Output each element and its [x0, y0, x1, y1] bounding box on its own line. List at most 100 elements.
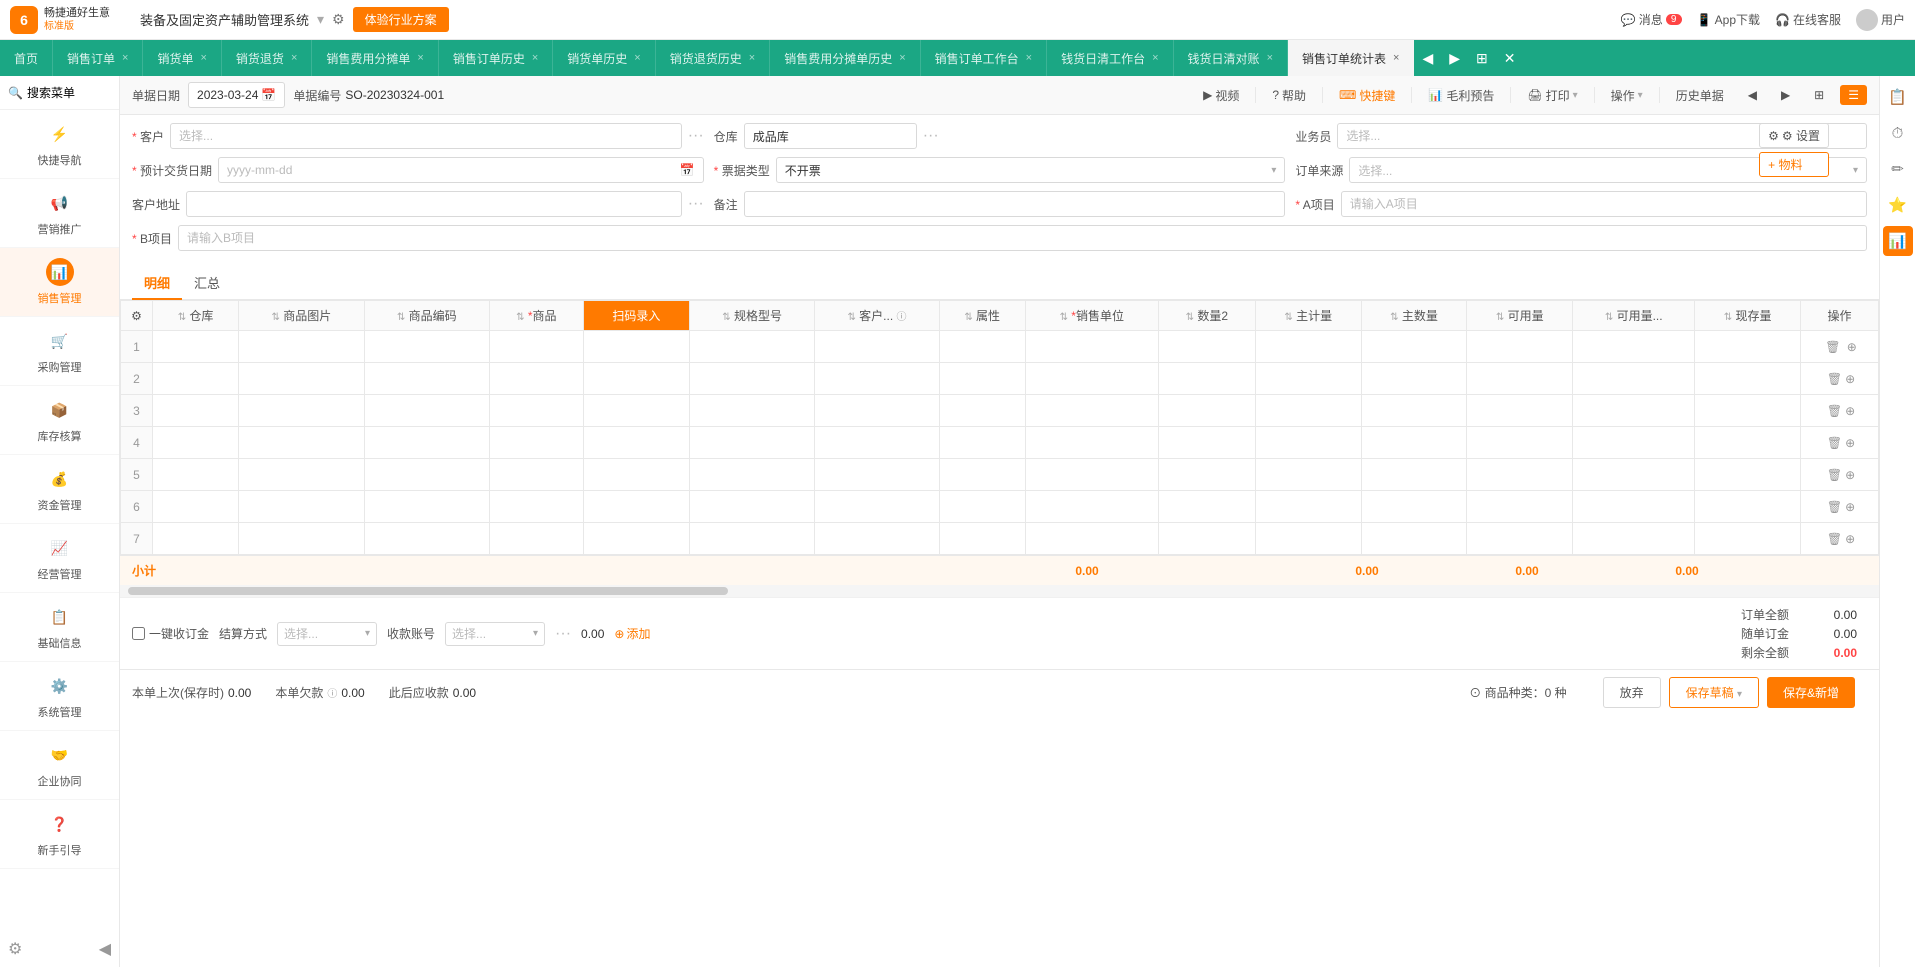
list-view-btn[interactable]: ☰ — [1840, 85, 1867, 105]
history-btn[interactable]: 历史单据 — [1668, 84, 1732, 107]
row-available2[interactable] — [1573, 363, 1695, 395]
sidebar-item-purchase[interactable]: 🛒 采购管理 — [0, 317, 119, 386]
row-unit[interactable] — [1025, 395, 1158, 427]
sidebar-item-inventory[interactable]: 📦 库存核算 — [0, 386, 119, 455]
row-available[interactable] — [1467, 427, 1573, 459]
row-attr[interactable] — [939, 523, 1025, 555]
tab-sales-order[interactable]: 销售订单 × — [53, 40, 143, 76]
row-unit[interactable] — [1025, 427, 1158, 459]
online-service-button[interactable]: 🎧 在线客服 — [1775, 11, 1841, 28]
row-spec[interactable] — [689, 363, 814, 395]
row-delete-icon[interactable]: 🗑 — [1825, 340, 1840, 354]
save-draft-button[interactable]: 保存草稿 ▾ — [1669, 677, 1759, 708]
rp-doc-icon[interactable]: 📋 — [1883, 82, 1913, 112]
row-copy-icon[interactable]: ⊕ — [1845, 468, 1855, 482]
row-image[interactable] — [239, 331, 364, 363]
row-name[interactable] — [489, 427, 583, 459]
row-delete-icon[interactable]: 🗑 — [1827, 404, 1842, 418]
row-main-qty[interactable] — [1361, 523, 1467, 555]
solution-button[interactable]: 体验行业方案 — [353, 7, 449, 32]
row-code[interactable] — [364, 427, 489, 459]
tab-close-icon[interactable]: × — [291, 52, 297, 64]
row-barcode[interactable] — [583, 395, 689, 427]
customer-input[interactable] — [170, 123, 682, 149]
row-name[interactable] — [489, 363, 583, 395]
row-available2[interactable] — [1573, 523, 1695, 555]
row-main-qty[interactable] — [1361, 427, 1467, 459]
row-barcode[interactable] — [583, 523, 689, 555]
row-qty2[interactable] — [1158, 491, 1255, 523]
row-delete-icon[interactable]: 🗑 — [1827, 436, 1842, 450]
row-code[interactable] — [364, 491, 489, 523]
row-unit[interactable] — [1025, 491, 1158, 523]
grid-view-btn[interactable]: ⊞ — [1806, 85, 1832, 105]
tab-close-icon[interactable]: × — [122, 52, 128, 64]
row-unit[interactable] — [1025, 459, 1158, 491]
row-spec[interactable] — [689, 395, 814, 427]
row-attr[interactable] — [939, 427, 1025, 459]
save-new-button[interactable]: 保存&新增 — [1767, 677, 1855, 708]
row-stock[interactable] — [1695, 459, 1801, 491]
row-image[interactable] — [239, 523, 364, 555]
row-delete-icon[interactable]: 🗑 — [1827, 500, 1842, 514]
help-btn[interactable]: ? 帮助 — [1264, 84, 1314, 107]
row-qty2[interactable] — [1158, 459, 1255, 491]
ops-btn[interactable]: 操作 ▾ — [1603, 84, 1651, 107]
tab-prev-button[interactable]: ◀ — [1414, 40, 1441, 76]
row-image[interactable] — [239, 363, 364, 395]
settings-icon[interactable]: ⚙ — [332, 11, 345, 28]
row-warehouse[interactable] — [153, 363, 239, 395]
row-main-unit[interactable] — [1255, 523, 1361, 555]
row-name[interactable] — [489, 491, 583, 523]
tab-order-history[interactable]: 销售订单历史 × — [439, 40, 553, 76]
rp-chart-icon[interactable]: 📊 — [1883, 226, 1913, 256]
row-copy-icon[interactable]: ⊕ — [1845, 372, 1855, 386]
settings-button[interactable]: ⚙ ⚙ 设置 — [1759, 123, 1829, 148]
row-available2[interactable] — [1573, 331, 1695, 363]
sidebar-item-enterprise[interactable]: 🤝 企业协同 — [0, 731, 119, 800]
row-code[interactable] — [364, 523, 489, 555]
app-download-button[interactable]: 📱 App下载 — [1697, 11, 1760, 28]
row-warehouse[interactable] — [153, 331, 239, 363]
row-image[interactable] — [239, 395, 364, 427]
tab-close-icon[interactable]: × — [899, 52, 905, 64]
row-unit[interactable] — [1025, 363, 1158, 395]
tab-close-icon[interactable]: × — [1026, 52, 1032, 64]
tab-return-history[interactable]: 销货退货历史 × — [656, 40, 770, 76]
row-barcode[interactable] — [583, 363, 689, 395]
tab-close-icon[interactable]: × — [417, 52, 423, 64]
row-attr[interactable] — [939, 491, 1025, 523]
row-available2[interactable] — [1573, 427, 1695, 459]
nav-next-btn[interactable]: ▶ — [1773, 85, 1798, 105]
row-customer-code[interactable] — [815, 459, 939, 491]
sidebar-item-finance[interactable]: 💰 资金管理 — [0, 455, 119, 524]
row-warehouse[interactable] — [153, 395, 239, 427]
row-unit[interactable] — [1025, 523, 1158, 555]
row-customer-code[interactable] — [815, 395, 939, 427]
sidebar-settings-icon[interactable]: ⚙ — [8, 939, 22, 959]
tab-close-icon[interactable]: × — [1152, 52, 1158, 64]
row-warehouse[interactable] — [153, 491, 239, 523]
row-available[interactable] — [1467, 363, 1573, 395]
tab-expense-history[interactable]: 销售费用分摊单历史 × — [770, 40, 920, 76]
row-main-unit[interactable] — [1255, 427, 1361, 459]
warehouse-input[interactable] — [744, 123, 917, 149]
payment-method-select[interactable]: 选择... ▾ — [277, 622, 377, 646]
message-button[interactable]: 💬 消息 9 — [1621, 11, 1682, 28]
row-customer-code[interactable] — [815, 331, 939, 363]
row-copy-icon[interactable]: ⊕ — [1845, 436, 1855, 450]
tab-home[interactable]: 首页 — [0, 40, 53, 76]
row-qty2[interactable] — [1158, 427, 1255, 459]
row-customer-code[interactable] — [815, 491, 939, 523]
profit-btn[interactable]: 📊 毛利预告 — [1420, 84, 1502, 107]
tab-close-icon[interactable]: × — [1393, 52, 1399, 64]
row-copy-icon[interactable]: ⊕ — [1845, 404, 1855, 418]
row-code[interactable] — [364, 331, 489, 363]
row-available2[interactable] — [1573, 459, 1695, 491]
tab-sales-expense[interactable]: 销售费用分摊单 × — [312, 40, 438, 76]
sidebar-item-basic[interactable]: 📋 基础信息 — [0, 593, 119, 662]
print-btn[interactable]: 🖨 打印 ▾ — [1519, 84, 1585, 107]
row-code[interactable] — [364, 363, 489, 395]
row-stock[interactable] — [1695, 491, 1801, 523]
row-name[interactable] — [489, 331, 583, 363]
